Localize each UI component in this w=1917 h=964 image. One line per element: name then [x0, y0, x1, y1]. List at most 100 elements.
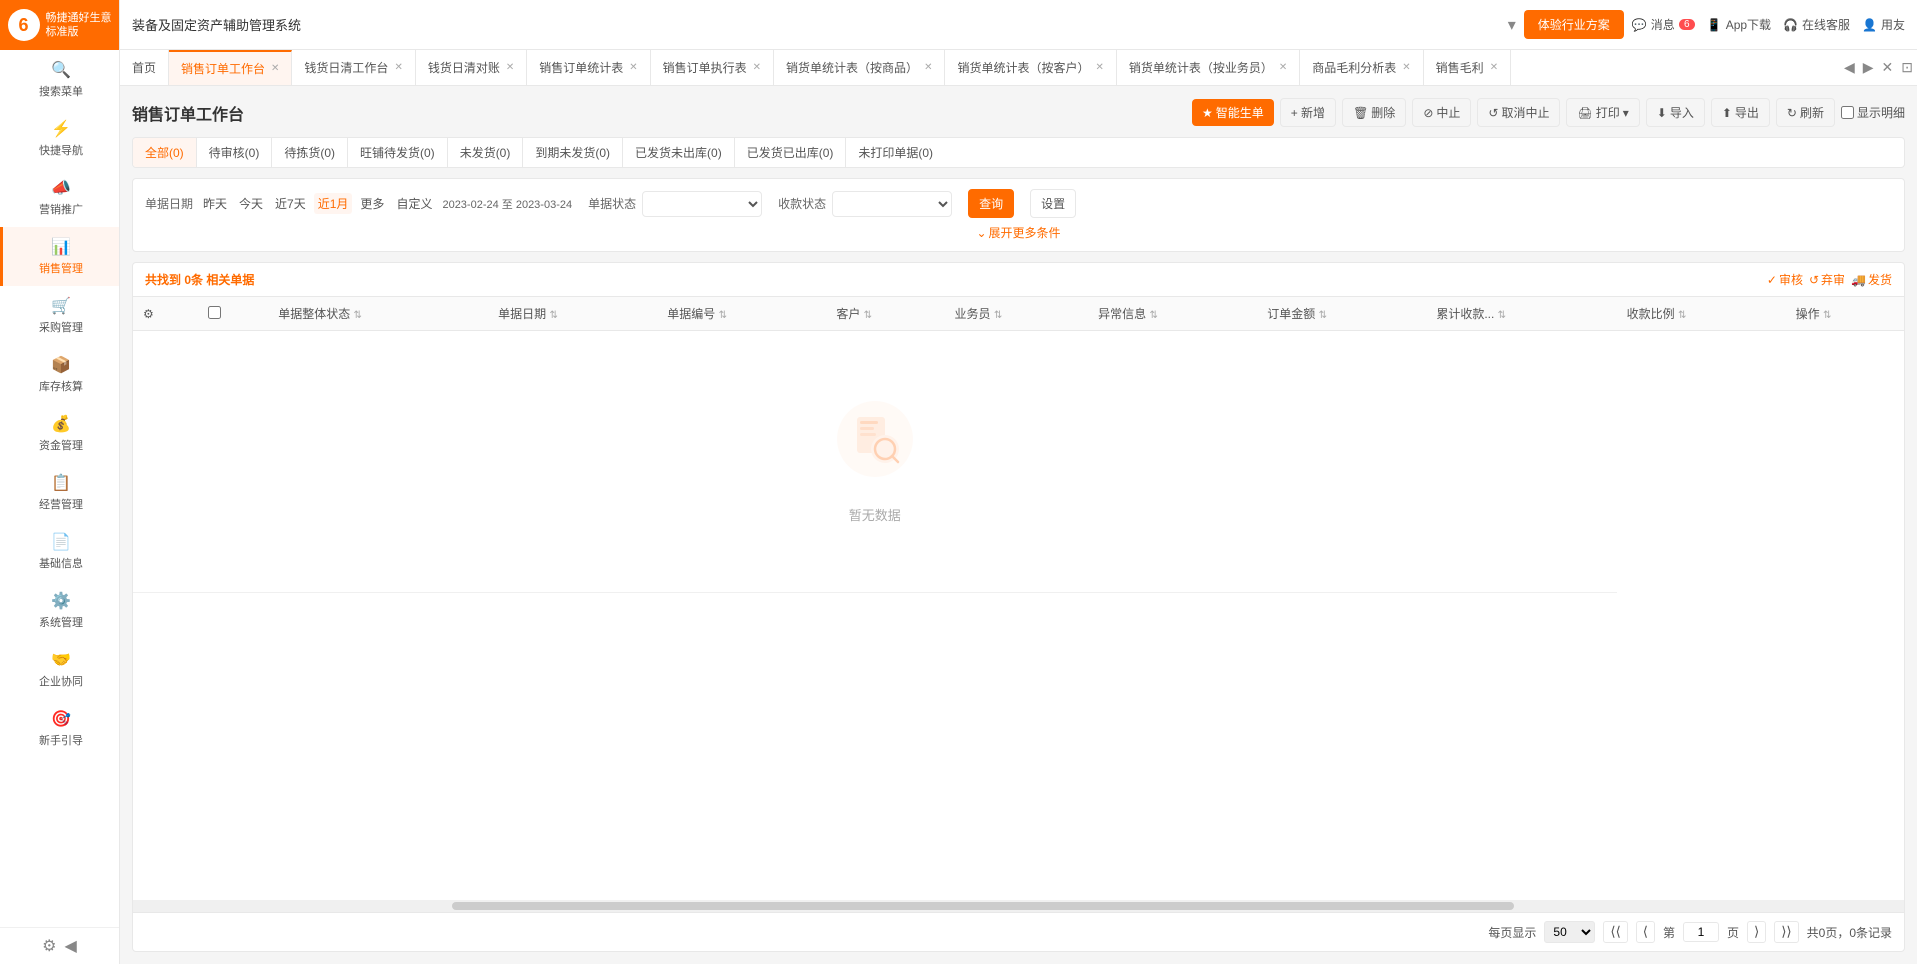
sidebar-item-2[interactable]: 📣营销推广 — [0, 168, 119, 227]
tab-item-1[interactable]: 销售订单工作台✕ — [169, 50, 292, 86]
sidebar-item-6[interactable]: 💰资金管理 — [0, 404, 119, 463]
sidebar-item-10[interactable]: 🤝企业协同 — [0, 640, 119, 699]
sort-icon-1[interactable]: ⇅ — [550, 310, 558, 321]
per-page-select[interactable]: 50 10 20 100 — [1544, 921, 1595, 943]
tab-close-7[interactable]: ✕ — [1095, 62, 1103, 73]
sub-tab-1[interactable]: 待审核(0) — [197, 138, 273, 167]
sidebar-settings-btn[interactable]: ⚙ — [42, 936, 56, 956]
ship-btn[interactable]: 🚚 发货 — [1851, 271, 1892, 288]
sort-icon-3[interactable]: ⇅ — [864, 310, 872, 321]
date-btn-0[interactable]: 昨天 — [199, 193, 231, 214]
tab-close-8[interactable]: ✕ — [1279, 62, 1287, 73]
tab-item-6[interactable]: 销货单统计表（按商品）✕ — [774, 50, 945, 86]
tab-close-5[interactable]: ✕ — [753, 62, 761, 73]
tab-item-9[interactable]: 商品毛利分析表✕ — [1300, 50, 1423, 86]
sub-tab-4[interactable]: 未发货(0) — [448, 138, 524, 167]
tab-close-6[interactable]: ✕ — [924, 62, 932, 73]
export-btn[interactable]: ⬆ 导出 — [1711, 98, 1770, 127]
sidebar-item-0[interactable]: 🔍搜索菜单 — [0, 50, 119, 109]
tab-close-10[interactable]: ✕ — [1490, 62, 1498, 73]
tab-item-0[interactable]: 首页 — [120, 50, 169, 86]
import-btn[interactable]: ⬇ 导入 — [1646, 98, 1705, 127]
tab-close-2[interactable]: ✕ — [394, 62, 402, 73]
tab-close-4[interactable]: ✕ — [629, 62, 637, 73]
sidebar-item-5[interactable]: 📦库存核算 — [0, 345, 119, 404]
tab-close-1[interactable]: ✕ — [271, 63, 279, 74]
sub-tab-label-4: 未发货(0) — [460, 146, 511, 160]
sort-icon-7[interactable]: ⇅ — [1498, 310, 1506, 321]
sort-icon-6[interactable]: ⇅ — [1319, 310, 1327, 321]
tab-item-2[interactable]: 钱货日清工作台✕ — [292, 50, 415, 86]
topbar-online-service[interactable]: 🎧 在线客服 — [1783, 16, 1850, 33]
sidebar-item-11[interactable]: 🎯新手引导 — [0, 699, 119, 758]
sidebar-item-3[interactable]: 📊销售管理 — [0, 227, 119, 286]
delete-btn[interactable]: 🗑 删除 — [1342, 98, 1406, 127]
sort-icon-4[interactable]: ⇅ — [994, 310, 1002, 321]
topbar-message[interactable]: 💬 消息 6 — [1632, 16, 1695, 33]
tab-item-8[interactable]: 销货单统计表（按业务员）✕ — [1117, 50, 1300, 86]
date-btn-4[interactable]: 更多 — [356, 193, 388, 214]
prev-page-btn[interactable]: ⟨ — [1636, 921, 1655, 943]
expand-filter-btn[interactable]: ⌄ 展开更多条件 — [976, 224, 1060, 241]
sub-tab-5[interactable]: 到期未发货(0) — [523, 138, 623, 167]
page-input[interactable] — [1683, 922, 1719, 942]
sort-icon-5[interactable]: ⇅ — [1150, 310, 1158, 321]
show-detail-input[interactable] — [1841, 106, 1854, 119]
ai-generate-btn[interactable]: ★ 智能生单 — [1192, 99, 1274, 126]
table-scroll[interactable]: ⚙单据整体状态 ⇅单据日期 ⇅单据编号 ⇅客户 ⇅业务员 ⇅异常信息 ⇅订单金额… — [133, 297, 1904, 900]
sidebar-item-1[interactable]: ⚡快捷导航 — [0, 109, 119, 168]
tab-item-10[interactable]: 销售毛利✕ — [1424, 50, 1511, 86]
sidebar-item-9[interactable]: ⚙️系统管理 — [0, 581, 119, 640]
sort-icon-8[interactable]: ⇅ — [1678, 310, 1686, 321]
tab-item-4[interactable]: 销售订单统计表✕ — [527, 50, 650, 86]
first-page-btn[interactable]: ⟨⟨ — [1603, 921, 1627, 943]
header-settings-icon[interactable]: ⚙ — [143, 307, 154, 321]
sub-tab-7[interactable]: 已发货已出库(0) — [735, 138, 847, 167]
sidebar-item-7[interactable]: 📋经营管理 — [0, 463, 119, 522]
tab-item-3[interactable]: 钱货日清对账✕ — [416, 50, 527, 86]
approve-btn[interactable]: ✓ 审核 — [1767, 271, 1803, 288]
query-btn[interactable]: 查询 — [968, 189, 1014, 218]
sort-icon-0[interactable]: ⇅ — [354, 310, 362, 321]
tabs-next-btn[interactable]: ▶ — [1859, 59, 1878, 76]
tabs-prev-btn[interactable]: ◀ — [1840, 59, 1859, 76]
sort-icon-2[interactable]: ⇅ — [719, 310, 727, 321]
cancel-stop-btn[interactable]: ↺ 取消中止 — [1477, 98, 1560, 127]
filter-settings-btn[interactable]: 设置 — [1030, 189, 1076, 218]
tab-close-9[interactable]: ✕ — [1402, 62, 1410, 73]
sidebar-collapse-btn[interactable]: ◀ — [65, 936, 77, 956]
tab-close-3[interactable]: ✕ — [506, 62, 514, 73]
sidebar-item-8[interactable]: 📄基础信息 — [0, 522, 119, 581]
sub-tab-3[interactable]: 旺铺待发货(0) — [348, 138, 448, 167]
sort-icon-9[interactable]: ⇅ — [1823, 310, 1831, 321]
stop-btn[interactable]: ⊘ 中止 — [1412, 98, 1471, 127]
sub-tab-2[interactable]: 待拣货(0) — [272, 138, 348, 167]
tabs-menu-btn[interactable]: ⊡ — [1897, 59, 1917, 76]
topbar-user[interactable]: 👤 用友 — [1862, 16, 1905, 33]
add-btn[interactable]: + 新增 — [1280, 98, 1336, 127]
print-btn[interactable]: 🖨 打印 ▾ — [1566, 98, 1639, 127]
scrollbar-area[interactable] — [133, 900, 1904, 912]
next-page-btn[interactable]: ⟩ — [1747, 921, 1766, 943]
tab-item-7[interactable]: 销货单统计表（按客户）✕ — [945, 50, 1116, 86]
refresh-btn[interactable]: ↻ 刷新 — [1776, 98, 1835, 127]
sub-tab-8[interactable]: 未打印单据(0) — [846, 138, 945, 167]
unapprove-btn[interactable]: ↺ 弃审 — [1809, 271, 1845, 288]
date-btn-1[interactable]: 今天 — [235, 193, 267, 214]
sub-tab-0[interactable]: 全部(0) — [133, 138, 197, 167]
sub-tab-6[interactable]: 已发货未出库(0) — [623, 138, 735, 167]
topbar-app-download[interactable]: 📱 App下载 — [1707, 16, 1771, 33]
date-btn-5[interactable]: 自定义 — [392, 193, 436, 214]
show-detail-checkbox[interactable]: 显示明细 — [1841, 104, 1905, 121]
tabs-close-btn[interactable]: ✕ — [1878, 59, 1898, 76]
last-page-btn[interactable]: ⟩⟩ — [1774, 921, 1798, 943]
tab-item-5[interactable]: 销售订单执行表✕ — [651, 50, 774, 86]
date-btn-3[interactable]: 近1月 — [314, 193, 353, 214]
industry-btn[interactable]: 体验行业方案 — [1524, 10, 1624, 39]
select-all-checkbox[interactable] — [208, 306, 221, 319]
payment-select[interactable] — [832, 191, 952, 217]
topbar-settings-btn[interactable]: ▾ — [1508, 15, 1516, 35]
date-btn-2[interactable]: 近7天 — [271, 193, 310, 214]
sidebar-item-4[interactable]: 🛒采购管理 — [0, 286, 119, 345]
status-select[interactable] — [642, 191, 762, 217]
